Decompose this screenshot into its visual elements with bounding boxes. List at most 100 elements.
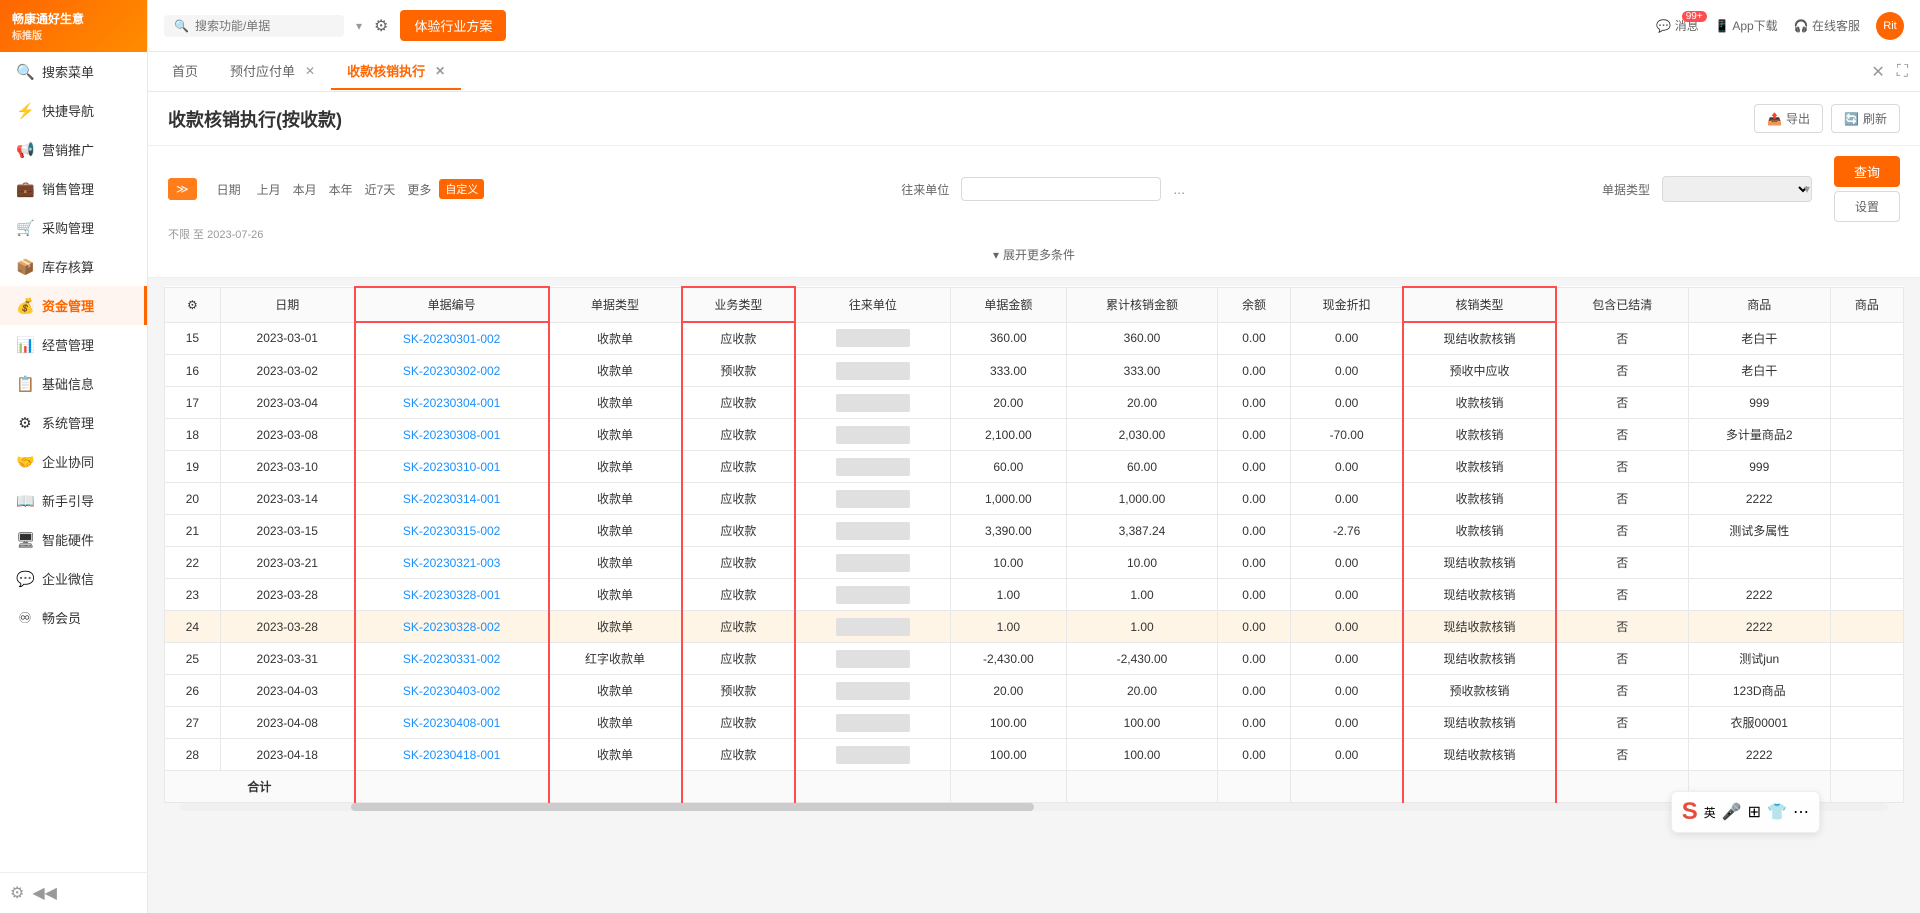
sidebar-item-营销推广[interactable]: 📢营销推广 xyxy=(0,130,147,169)
refresh-button[interactable]: 🔄 刷新 xyxy=(1831,104,1900,133)
sidebar-item-快捷导航[interactable]: ⚡快捷导航 xyxy=(0,91,147,130)
date-btn-7days[interactable]: 近7天 xyxy=(361,179,400,200)
cell-amount: -2,430.00 xyxy=(950,643,1066,675)
th-date[interactable]: 日期 xyxy=(220,287,355,322)
sidebar-item-企业微信[interactable]: 💬企业微信 xyxy=(0,559,147,598)
mic-icon[interactable]: 🎤 xyxy=(1722,802,1742,822)
table-row: 22 2023-03-21 SK-20230321-003 收款单 应收款 ██… xyxy=(165,547,1904,579)
tab-collection-close[interactable]: ✕ xyxy=(435,64,445,78)
cell-discount: 0.00 xyxy=(1290,611,1403,643)
date-btn-this-month[interactable]: 本月 xyxy=(289,179,321,200)
sidebar-item-基础信息[interactable]: 📋基础信息 xyxy=(0,364,147,403)
cell-doc-type: 收款单 xyxy=(549,451,682,483)
cell-doc-type: 收款单 xyxy=(549,419,682,451)
th-discount[interactable]: 现金折扣 xyxy=(1290,287,1403,322)
doc-no-link[interactable]: SK-20230302-002 xyxy=(403,364,500,378)
tab-prepay-close[interactable]: ✕ xyxy=(305,64,315,78)
sidebar-item-系统管理[interactable]: ⚙系统管理 xyxy=(0,403,147,442)
doc-no-link[interactable]: SK-20230328-001 xyxy=(403,588,500,602)
cell-goods2 xyxy=(1830,483,1903,515)
sidebar-item-畅会员[interactable]: ♾畅会员 xyxy=(0,598,147,637)
message-btn[interactable]: 💬 消息 99+ xyxy=(1656,17,1698,34)
collapse-icon[interactable]: ◀◀ xyxy=(32,883,57,903)
th-settings[interactable]: ⚙ xyxy=(165,287,221,322)
scrollbar-thumb[interactable] xyxy=(351,803,1034,811)
doc-no-link[interactable]: SK-20230301-002 xyxy=(403,332,500,346)
solution-button[interactable]: 体验行业方案 xyxy=(400,10,506,41)
sidebar-item-新手引导[interactable]: 📖新手引导 xyxy=(0,481,147,520)
cell-include-settled: 否 xyxy=(1556,419,1688,451)
cell-goods2 xyxy=(1830,515,1903,547)
cell-biz-type: 应收款 xyxy=(682,515,796,547)
doc-no-link[interactable]: SK-20230321-003 xyxy=(403,556,500,570)
sidebar-item-库存核算[interactable]: 📦库存核算 xyxy=(0,247,147,286)
sidebar-item-搜索菜单[interactable]: 🔍搜索菜单 xyxy=(0,52,147,91)
expand-more-btn[interactable]: ▾ 展开更多条件 xyxy=(168,242,1900,267)
doc-no-link[interactable]: SK-20230315-002 xyxy=(403,524,500,538)
cell-partner: ████ xyxy=(795,611,950,643)
sidebar-label-10: 企业协同 xyxy=(42,452,94,471)
tab-collection[interactable]: 收款核销执行 ✕ xyxy=(331,53,461,90)
th-biz-type[interactable]: 业务类型 xyxy=(682,287,796,322)
doc-no-link[interactable]: SK-20230418-001 xyxy=(403,748,500,762)
user-avatar[interactable]: Rit xyxy=(1876,12,1904,40)
th-goods1[interactable]: 商品 xyxy=(1688,287,1830,322)
tab-close-all-btn[interactable]: ✕ xyxy=(1867,58,1888,86)
cell-partner: ████ xyxy=(795,355,950,387)
filter-toggle-btn[interactable]: ≫ xyxy=(168,178,197,200)
th-amount[interactable]: 单据金额 xyxy=(950,287,1066,322)
doc-no-link[interactable]: SK-20230403-002 xyxy=(403,684,500,698)
horizontal-scrollbar[interactable] xyxy=(180,803,1888,811)
partner-ellipsis[interactable]: ... xyxy=(1173,181,1185,197)
sidebar-item-采购管理[interactable]: 🛒采购管理 xyxy=(0,208,147,247)
online-service-btn[interactable]: 🎧 在线客服 xyxy=(1794,17,1860,34)
date-custom-btn[interactable]: 自定义 xyxy=(439,179,484,199)
partner-input[interactable] xyxy=(961,177,1161,201)
search-wrap[interactable]: 🔍 xyxy=(164,15,344,37)
app-download-btn[interactable]: 📱 App下载 xyxy=(1715,17,1778,34)
sidebar-label-12: 智能硬件 xyxy=(42,530,94,549)
settings-bottom-icon[interactable]: ⚙ xyxy=(10,883,24,903)
doc-no-link[interactable]: SK-20230328-002 xyxy=(403,620,500,634)
doc-no-link[interactable]: SK-20230304-001 xyxy=(403,396,500,410)
grid-icon[interactable]: ⊞ xyxy=(1748,802,1761,822)
tab-maximize-btn[interactable]: ⛶ xyxy=(1893,58,1912,86)
doc-type-select[interactable] xyxy=(1662,176,1812,202)
doc-no-link[interactable]: SK-20230310-001 xyxy=(403,460,500,474)
doc-no-link[interactable]: SK-20230331-002 xyxy=(403,652,500,666)
th-verify-type[interactable]: 核销类型 xyxy=(1403,287,1556,322)
date-btn-last-month[interactable]: 上月 xyxy=(253,179,285,200)
cell-include-settled: 否 xyxy=(1556,643,1688,675)
tab-prepay[interactable]: 预付应付单 ✕ xyxy=(214,53,331,90)
th-partner[interactable]: 往来单位 xyxy=(795,287,950,322)
setting-button[interactable]: 设置 xyxy=(1834,191,1900,222)
sidebar-item-销售管理[interactable]: 💼销售管理 xyxy=(0,169,147,208)
tab-home[interactable]: 首页 xyxy=(156,53,214,90)
sidebar-item-智能硬件[interactable]: 🖥智能硬件 xyxy=(0,520,147,559)
cell-verified: 2,030.00 xyxy=(1067,419,1218,451)
th-include-settled[interactable]: 包含已结清 xyxy=(1556,287,1688,322)
topbar-gear-icon[interactable]: ⚙ xyxy=(374,16,388,36)
th-doc-type[interactable]: 单据类型 xyxy=(549,287,682,322)
cell-id: 23 xyxy=(165,579,221,611)
search-input[interactable] xyxy=(195,19,315,33)
sidebar-item-企业协同[interactable]: 🤝企业协同 xyxy=(0,442,147,481)
doc-no-link[interactable]: SK-20230308-001 xyxy=(403,428,500,442)
cell-doc-no: SK-20230328-001 xyxy=(355,579,549,611)
th-balance[interactable]: 余额 xyxy=(1217,287,1290,322)
doc-no-link[interactable]: SK-20230314-001 xyxy=(403,492,500,506)
sidebar-item-经营管理[interactable]: 📊经营管理 xyxy=(0,325,147,364)
th-goods2[interactable]: 商品 xyxy=(1830,287,1903,322)
export-button[interactable]: 📤 导出 xyxy=(1754,104,1823,133)
date-btn-more[interactable]: 更多 xyxy=(403,179,435,200)
cell-doc-no: SK-20230418-001 xyxy=(355,739,549,771)
doc-no-link[interactable]: SK-20230408-001 xyxy=(403,716,500,730)
query-button[interactable]: 查询 xyxy=(1834,156,1900,187)
th-verified[interactable]: 累计核销金额 xyxy=(1067,287,1218,322)
th-doc-no[interactable]: 单据编号 xyxy=(355,287,549,322)
shirt-icon[interactable]: 👕 xyxy=(1767,802,1787,822)
more-icon[interactable]: ⋯ xyxy=(1793,802,1809,822)
date-btn-this-year[interactable]: 本年 xyxy=(325,179,357,200)
sidebar-item-资金管理[interactable]: 💰资金管理 xyxy=(0,286,147,325)
cell-partner: ████ xyxy=(795,579,950,611)
